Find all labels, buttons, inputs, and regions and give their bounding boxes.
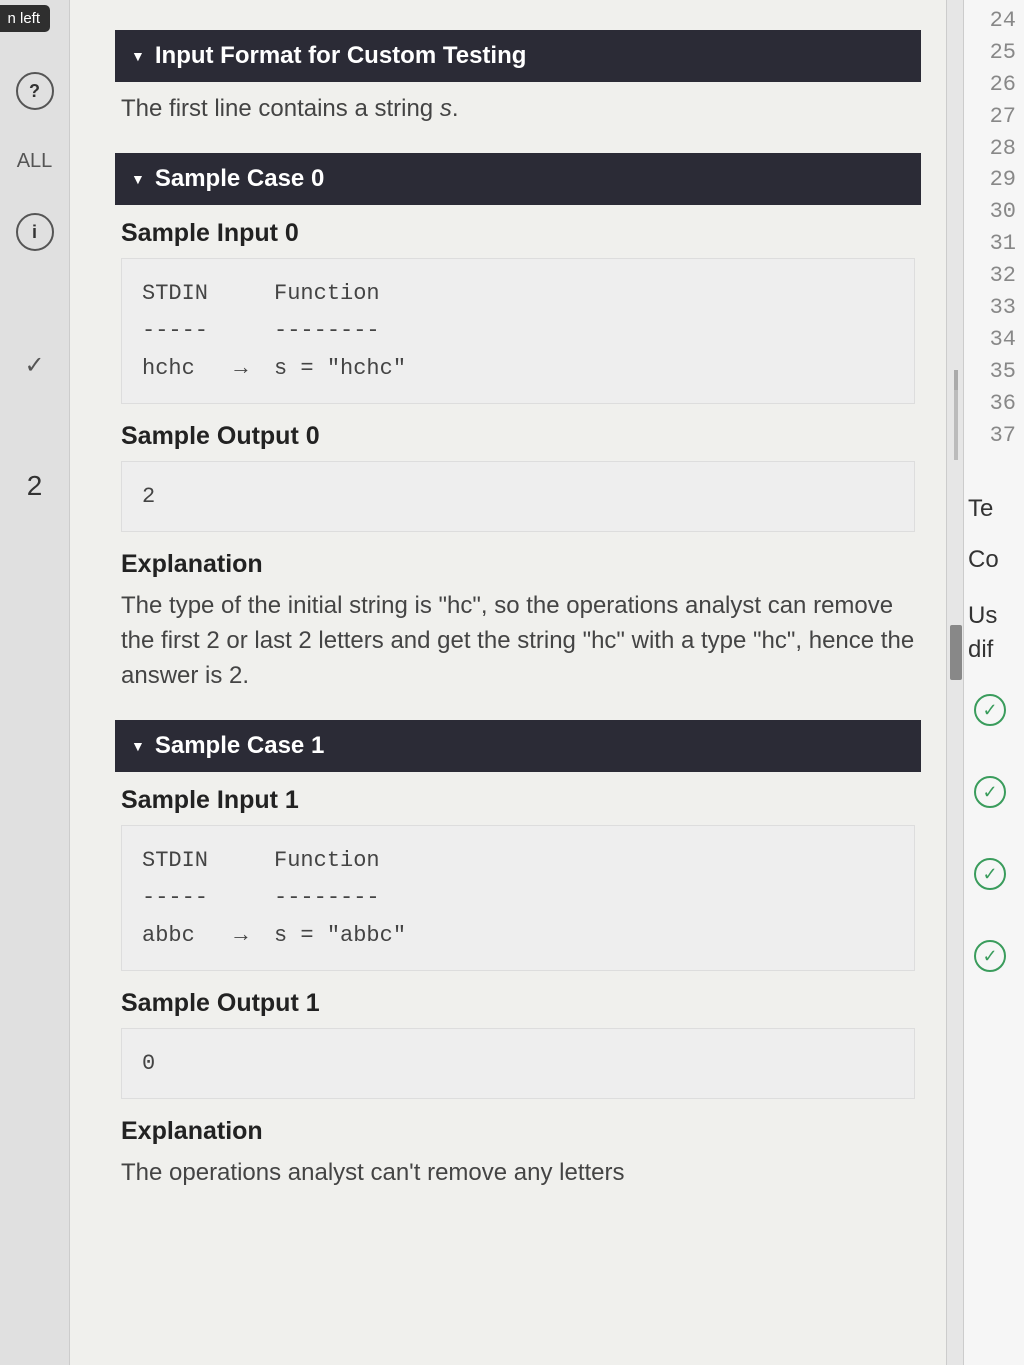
input-format-desc: The first line contains a string s. (121, 92, 915, 127)
sample-case-0-title: Sample Case 0 (155, 165, 324, 193)
explanation-1-text: The operations analyst can't remove any … (121, 1156, 915, 1190)
sample-output-1-label: Sample Output 1 (121, 989, 915, 1018)
left-sidebar: n left ? ALL i ✓ 2 (0, 0, 70, 1365)
sample-input-1-code: STDIN Function ----- -------- abbc → s =… (121, 825, 915, 971)
code-panel: 24 25 26 27 28 29 30 31 32 33 34 35 36 3… (964, 0, 1024, 1365)
sample-input-1-label: Sample Input 1 (121, 786, 915, 815)
sample-input-0-label: Sample Input 0 (121, 219, 915, 248)
explanation-0-label: Explanation (121, 550, 915, 579)
question-number[interactable]: 2 (27, 470, 43, 502)
sample-output-0-code: 2 (121, 461, 915, 532)
sample-case-1-header[interactable]: Sample Case 1 (115, 720, 921, 772)
sample-output-1-code: 0 (121, 1028, 915, 1099)
help-button[interactable]: ? (16, 72, 54, 110)
testcase-pass-icon[interactable]: ✓ (974, 940, 1006, 972)
panel-splitter[interactable] (946, 0, 964, 1365)
input-format-header[interactable]: Input Format for Custom Testing (115, 30, 921, 82)
sample-input-0-code: STDIN Function ----- -------- hchc → s =… (121, 258, 915, 404)
input-format-title: Input Format for Custom Testing (155, 42, 527, 70)
line-number-gutter: 24 25 26 27 28 29 30 31 32 33 34 35 36 3… (964, 0, 1024, 456)
right-fragment-text: Te Co Us dif (964, 456, 1024, 666)
drag-handle-icon[interactable] (950, 625, 962, 680)
check-icon: ✓ (24, 351, 44, 380)
sample-case-1-title: Sample Case 1 (155, 732, 324, 760)
scrollbar-track (954, 370, 958, 390)
sample-case-0-header[interactable]: Sample Case 0 (115, 153, 921, 205)
explanation-1-label: Explanation (121, 1117, 915, 1146)
all-label[interactable]: ALL (17, 150, 53, 173)
info-button[interactable]: i (16, 213, 54, 251)
sample-output-0-label: Sample Output 0 (121, 422, 915, 451)
testcase-pass-icon[interactable]: ✓ (974, 858, 1006, 890)
testcase-pass-icon[interactable]: ✓ (974, 776, 1006, 808)
explanation-0-text: The type of the initial string is "hc", … (121, 589, 915, 693)
testcase-pass-icon[interactable]: ✓ (974, 694, 1006, 726)
timer-tag: n left (0, 5, 50, 32)
problem-panel: Input Format for Custom Testing The firs… (70, 0, 946, 1365)
